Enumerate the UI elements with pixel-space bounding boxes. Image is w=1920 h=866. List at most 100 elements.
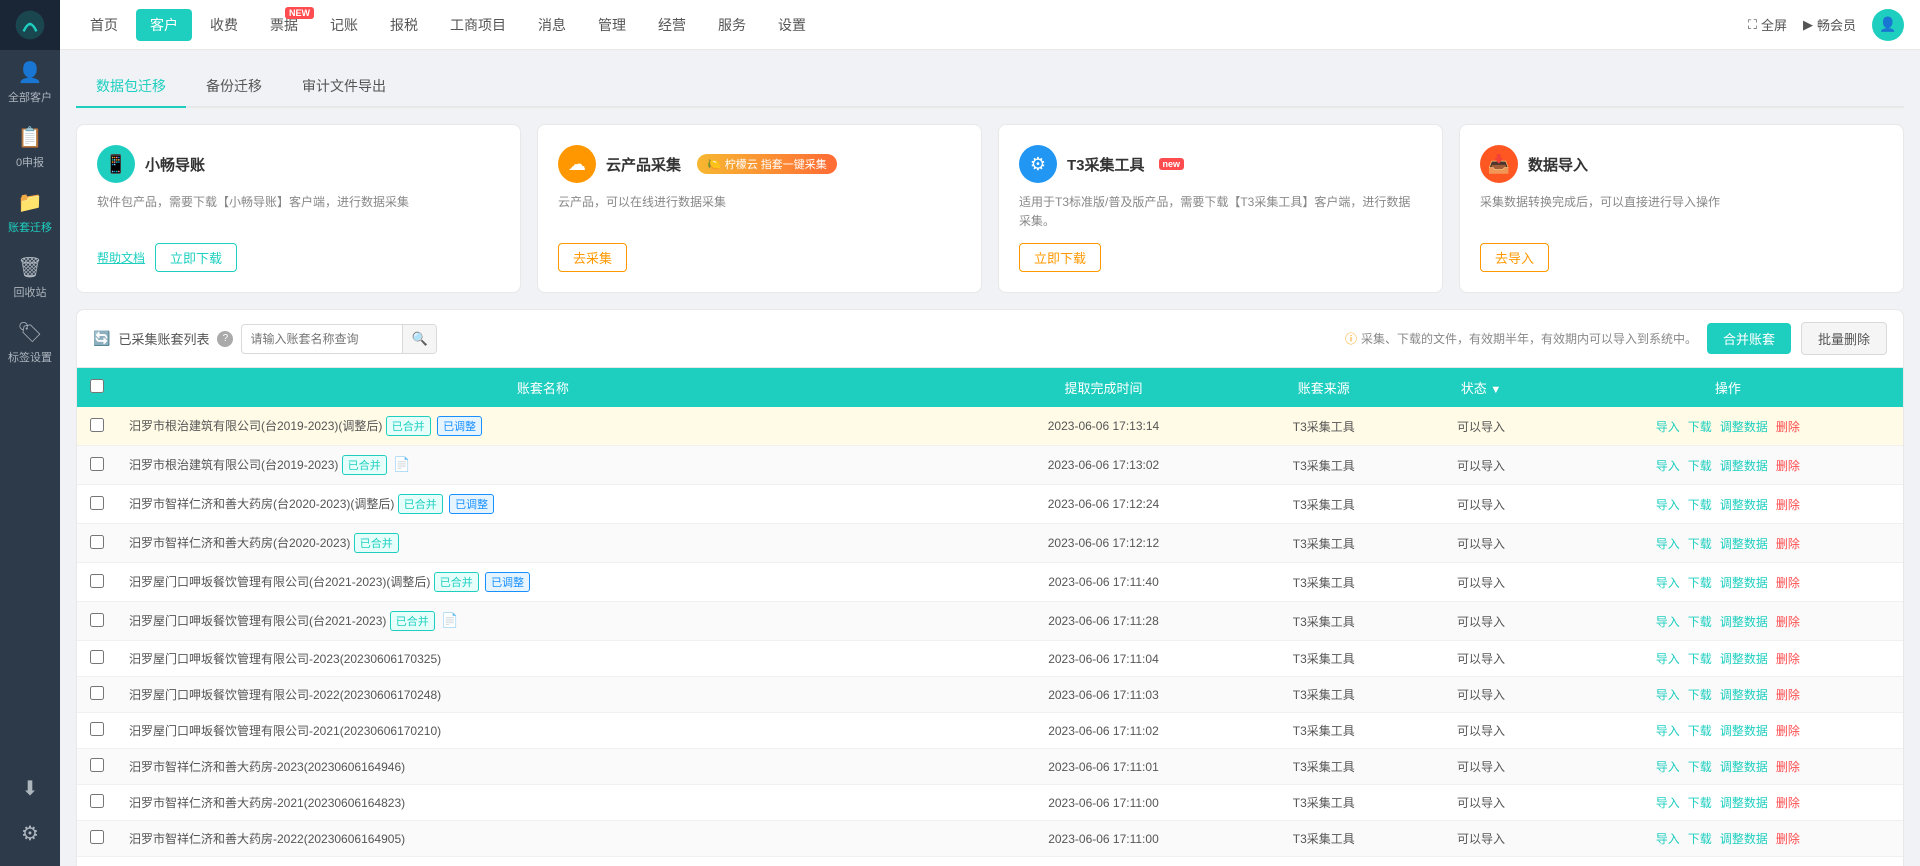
cloud-collect-btn[interactable]: 去采集 bbox=[558, 243, 627, 272]
row-checkbox[interactable] bbox=[90, 830, 104, 844]
nav-home[interactable]: 首页 bbox=[76, 9, 132, 41]
row-action-删除[interactable]: 删除 bbox=[1776, 796, 1800, 810]
row-action-导入[interactable]: 导入 bbox=[1656, 420, 1680, 434]
dataimport-go-btn[interactable]: 去导入 bbox=[1480, 243, 1549, 272]
row-tag: 已合并 bbox=[354, 533, 399, 553]
nav-industry[interactable]: 工商项目 bbox=[436, 9, 520, 41]
row-action-删除[interactable]: 删除 bbox=[1776, 832, 1800, 846]
row-checkbox[interactable] bbox=[90, 496, 104, 510]
fullscreen-btn[interactable]: ⛶ 全屏 bbox=[1748, 15, 1787, 34]
row-action-调整数据[interactable]: 调整数据 bbox=[1720, 498, 1768, 512]
tab-audit-export[interactable]: 审计文件导出 bbox=[282, 66, 406, 108]
row-action-下载[interactable]: 下载 bbox=[1688, 796, 1712, 810]
xiaochang-help-link[interactable]: 帮助文档 bbox=[97, 249, 145, 266]
row-action-下载[interactable]: 下载 bbox=[1688, 652, 1712, 666]
search-btn[interactable]: 🔍 bbox=[402, 324, 435, 354]
row-action-删除[interactable]: 删除 bbox=[1776, 459, 1800, 473]
row-name-cell: 汨罗市智祥仁济和善大药房(台2020-2023)(调整后) 已合并 已调整 bbox=[117, 485, 969, 524]
row-action-下载[interactable]: 下载 bbox=[1688, 724, 1712, 738]
row-action-导入[interactable]: 导入 bbox=[1656, 537, 1680, 551]
row-action-导入[interactable]: 导入 bbox=[1656, 796, 1680, 810]
nav-operation[interactable]: 经营 bbox=[644, 9, 700, 41]
row-checkbox[interactable] bbox=[90, 722, 104, 736]
row-action-调整数据[interactable]: 调整数据 bbox=[1720, 760, 1768, 774]
row-action-下载[interactable]: 下载 bbox=[1688, 760, 1712, 774]
nav-manage[interactable]: 管理 bbox=[584, 9, 640, 41]
row-checkbox[interactable] bbox=[90, 794, 104, 808]
row-action-调整数据[interactable]: 调整数据 bbox=[1720, 652, 1768, 666]
row-action-下载[interactable]: 下载 bbox=[1688, 832, 1712, 846]
row-action-调整数据[interactable]: 调整数据 bbox=[1720, 420, 1768, 434]
row-action-删除[interactable]: 删除 bbox=[1776, 724, 1800, 738]
tab-backup-migrate[interactable]: 备份迁移 bbox=[186, 66, 282, 108]
avatar[interactable]: 👤 bbox=[1872, 9, 1904, 41]
row-action-导入[interactable]: 导入 bbox=[1656, 724, 1680, 738]
sidebar-item-recycle[interactable]: 🗑 回收站 bbox=[0, 245, 60, 310]
row-action-调整数据[interactable]: 调整数据 bbox=[1720, 576, 1768, 590]
row-action-删除[interactable]: 删除 bbox=[1776, 652, 1800, 666]
row-action-删除[interactable]: 删除 bbox=[1776, 537, 1800, 551]
row-action-导入[interactable]: 导入 bbox=[1656, 832, 1680, 846]
sidebar-item-all-clients[interactable]: 👤 全部客户 bbox=[0, 50, 60, 115]
row-action-删除[interactable]: 删除 bbox=[1776, 760, 1800, 774]
row-action-删除[interactable]: 删除 bbox=[1776, 576, 1800, 590]
row-action-删除[interactable]: 删除 bbox=[1776, 498, 1800, 512]
row-name: 汨罗市智祥仁济和善大药房(台2020-2023) bbox=[129, 536, 350, 550]
nav-bookkeeping[interactable]: 记账 bbox=[316, 9, 372, 41]
row-checkbox[interactable] bbox=[90, 613, 104, 627]
row-checkbox[interactable] bbox=[90, 418, 104, 432]
row-action-导入[interactable]: 导入 bbox=[1656, 652, 1680, 666]
row-action-删除[interactable]: 删除 bbox=[1776, 420, 1800, 434]
row-action-下载[interactable]: 下载 bbox=[1688, 420, 1712, 434]
row-checkbox[interactable] bbox=[90, 650, 104, 664]
row-checkbox[interactable] bbox=[90, 457, 104, 471]
row-action-下载[interactable]: 下载 bbox=[1688, 537, 1712, 551]
search-input[interactable] bbox=[242, 332, 402, 346]
row-action-导入[interactable]: 导入 bbox=[1656, 459, 1680, 473]
sidebar-item-zero-declare[interactable]: 📋 0申报 bbox=[0, 115, 60, 180]
nav-charge[interactable]: 收费 bbox=[196, 9, 252, 41]
tab-data-migrate[interactable]: 数据包迁移 bbox=[76, 66, 186, 108]
row-action-调整数据[interactable]: 调整数据 bbox=[1720, 796, 1768, 810]
row-action-删除[interactable]: 删除 bbox=[1776, 688, 1800, 702]
row-action-导入[interactable]: 导入 bbox=[1656, 688, 1680, 702]
nav-service[interactable]: 服务 bbox=[704, 9, 760, 41]
row-checkbox[interactable] bbox=[90, 686, 104, 700]
nav-ticket[interactable]: 票据 NEW bbox=[256, 9, 312, 41]
row-action-下载[interactable]: 下载 bbox=[1688, 576, 1712, 590]
row-action-删除[interactable]: 删除 bbox=[1776, 615, 1800, 629]
nav-settings[interactable]: 设置 bbox=[764, 9, 820, 41]
row-action-调整数据[interactable]: 调整数据 bbox=[1720, 615, 1768, 629]
nav-client[interactable]: 客户 bbox=[136, 9, 192, 41]
sidebar-item-account-migrate[interactable]: 📁 账套迁移 bbox=[0, 180, 60, 245]
row-action-导入[interactable]: 导入 bbox=[1656, 576, 1680, 590]
help-icon[interactable]: ? bbox=[217, 331, 233, 347]
xiaochang-download-btn[interactable]: 立即下载 bbox=[155, 243, 237, 272]
row-action-导入[interactable]: 导入 bbox=[1656, 760, 1680, 774]
row-action-导入[interactable]: 导入 bbox=[1656, 615, 1680, 629]
row-action-调整数据[interactable]: 调整数据 bbox=[1720, 724, 1768, 738]
member-btn[interactable]: ▶ 畅会员 bbox=[1803, 15, 1856, 34]
row-action-导入[interactable]: 导入 bbox=[1656, 498, 1680, 512]
row-action-下载[interactable]: 下载 bbox=[1688, 459, 1712, 473]
row-checkbox[interactable] bbox=[90, 758, 104, 772]
sidebar-item-tag-settings[interactable]: 🏷 标签设置 bbox=[0, 310, 60, 375]
select-all-checkbox[interactable] bbox=[90, 379, 104, 393]
row-checkbox[interactable] bbox=[90, 535, 104, 549]
sidebar-item-download[interactable]: ⬇ bbox=[0, 766, 60, 811]
row-action-调整数据[interactable]: 调整数据 bbox=[1720, 688, 1768, 702]
row-checkbox[interactable] bbox=[90, 574, 104, 588]
merge-account-btn[interactable]: 合并账套 bbox=[1707, 323, 1791, 354]
row-action-调整数据[interactable]: 调整数据 bbox=[1720, 832, 1768, 846]
sidebar-item-user-settings[interactable]: ⚙ bbox=[0, 811, 60, 856]
refresh-icon[interactable]: 🔄 bbox=[93, 330, 110, 347]
row-action-下载[interactable]: 下载 bbox=[1688, 688, 1712, 702]
row-action-调整数据[interactable]: 调整数据 bbox=[1720, 537, 1768, 551]
row-action-下载[interactable]: 下载 bbox=[1688, 615, 1712, 629]
nav-message[interactable]: 消息 bbox=[524, 9, 580, 41]
batch-delete-btn[interactable]: 批量删除 bbox=[1801, 322, 1887, 355]
row-action-调整数据[interactable]: 调整数据 bbox=[1720, 459, 1768, 473]
t3-download-btn[interactable]: 立即下载 bbox=[1019, 243, 1101, 272]
row-action-下载[interactable]: 下载 bbox=[1688, 498, 1712, 512]
nav-tax[interactable]: 报税 bbox=[376, 9, 432, 41]
